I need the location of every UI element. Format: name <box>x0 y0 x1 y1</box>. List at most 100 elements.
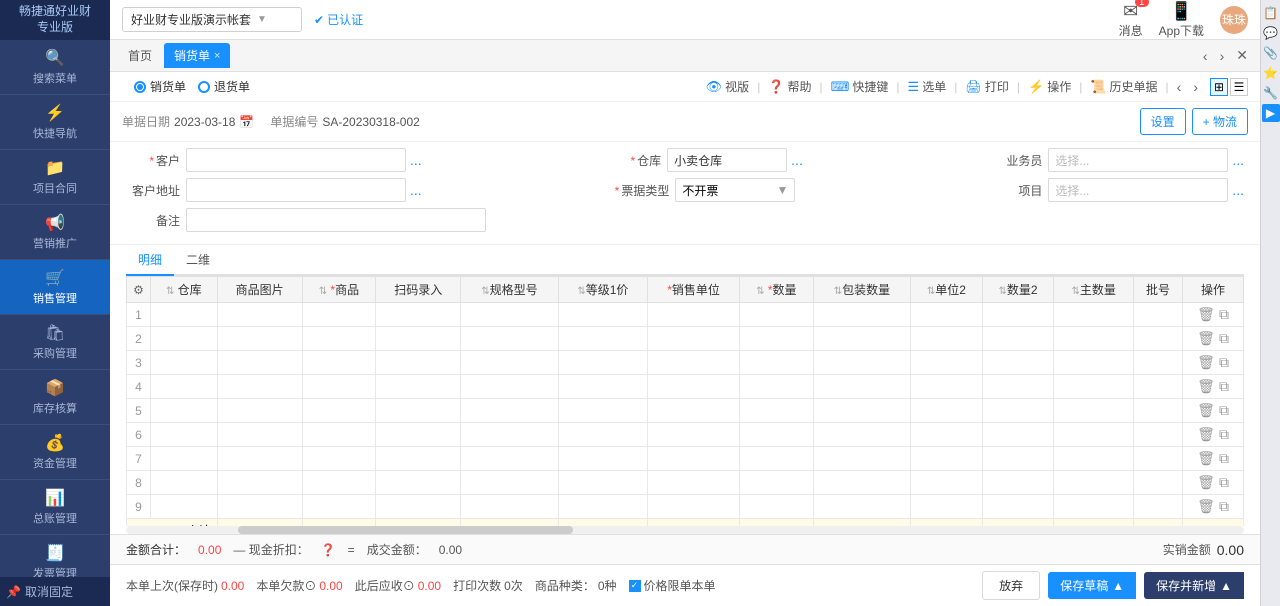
row-copy-icon[interactable]: ⧉ <box>1219 354 1229 371</box>
sidebar-item-sales[interactable]: 🛒 销售管理 <box>0 260 110 315</box>
row-qty2[interactable] <box>982 375 1054 399</box>
right-panel-btn-1[interactable]: 📋 <box>1262 4 1280 22</box>
row-price1[interactable] <box>558 375 648 399</box>
row-copy-icon[interactable]: ⧉ <box>1219 426 1229 443</box>
row-qty[interactable] <box>740 471 814 495</box>
print-button[interactable]: 🖨 打印 <box>961 76 1013 97</box>
row-warehouse[interactable] <box>151 423 218 447</box>
customer-input[interactable] <box>186 148 406 172</box>
project-dots-button[interactable]: ... <box>1232 182 1244 198</box>
row-product[interactable] <box>302 399 376 423</box>
row-qty[interactable] <box>740 327 814 351</box>
row-copy-icon[interactable]: ⧉ <box>1219 450 1229 467</box>
row-sales-unit[interactable] <box>648 423 740 447</box>
row-delete-icon[interactable]: 🗑 <box>1197 474 1215 491</box>
row-unit2[interactable] <box>911 447 983 471</box>
next-record-button[interactable]: › <box>1189 77 1202 97</box>
sidebar-item-capital[interactable]: 💰 资金管理 <box>0 425 110 480</box>
row-scan[interactable] <box>376 351 461 375</box>
row-delete-icon[interactable]: 🗑 <box>1197 426 1215 443</box>
row-main-qty[interactable] <box>1054 351 1134 375</box>
sidebar-item-invoice[interactable]: 🧾 发票管理 <box>0 535 110 577</box>
row-scan[interactable] <box>376 327 461 351</box>
row-delete-icon[interactable]: 🗑 <box>1197 402 1215 419</box>
remark-input[interactable] <box>186 208 486 232</box>
row-scan[interactable] <box>376 447 461 471</box>
warehouse-dots-button[interactable]: ... <box>791 152 803 168</box>
sidebar-item-purchase[interactable]: 🛍 采购管理 <box>0 315 110 370</box>
row-warehouse[interactable] <box>151 375 218 399</box>
row-spec[interactable] <box>461 375 558 399</box>
row-scan[interactable] <box>376 423 461 447</box>
row-scan[interactable] <box>376 471 461 495</box>
row-copy-icon[interactable]: ⧉ <box>1219 378 1229 395</box>
row-qty2[interactable] <box>982 447 1054 471</box>
save-draft-button[interactable]: 保存草稿 ▲ <box>1048 572 1136 599</box>
row-main-qty[interactable] <box>1054 375 1134 399</box>
row-pack-qty[interactable] <box>813 399 910 423</box>
row-warehouse[interactable] <box>151 351 218 375</box>
salesperson-input[interactable]: 选择... <box>1048 148 1228 172</box>
row-product[interactable] <box>302 327 376 351</box>
row-sales-unit[interactable] <box>648 327 740 351</box>
row-sales-unit[interactable] <box>648 471 740 495</box>
row-sales-unit[interactable] <box>648 399 740 423</box>
row-scan[interactable] <box>376 375 461 399</box>
row-spec[interactable] <box>461 399 558 423</box>
row-product[interactable] <box>302 303 376 327</box>
address-dots-button[interactable]: ... <box>410 182 422 198</box>
row-price1[interactable] <box>558 351 648 375</box>
tab-close-icon[interactable]: × <box>214 50 220 62</box>
row-product[interactable] <box>302 351 376 375</box>
row-price1[interactable] <box>558 399 648 423</box>
select-button[interactable]: ☰ 选单 <box>904 76 951 97</box>
row-batch[interactable] <box>1133 351 1182 375</box>
row-main-qty[interactable] <box>1054 447 1134 471</box>
warehouse-input[interactable]: 小卖仓库 <box>667 148 787 172</box>
row-spec[interactable] <box>461 447 558 471</box>
row-main-qty[interactable] <box>1054 423 1134 447</box>
row-sales-unit[interactable] <box>648 495 740 519</box>
view-button[interactable]: 👁 视版 <box>702 76 754 97</box>
row-qty[interactable] <box>740 399 814 423</box>
tab-mingxi[interactable]: 明细 <box>126 245 174 276</box>
help-button[interactable]: ❓ 帮助 <box>764 76 815 97</box>
row-product[interactable] <box>302 495 376 519</box>
row-unit2[interactable] <box>911 303 983 327</box>
sidebar-item-search[interactable]: 🔍 搜索菜单 <box>0 40 110 95</box>
logistics-button[interactable]: + 物流 <box>1192 108 1248 135</box>
row-unit2[interactable] <box>911 495 983 519</box>
row-qty[interactable] <box>740 423 814 447</box>
address-input[interactable] <box>186 178 406 202</box>
gear-icon[interactable]: ⚙ <box>133 283 144 297</box>
row-spec[interactable] <box>461 471 558 495</box>
row-qty2[interactable] <box>982 471 1054 495</box>
row-main-qty[interactable] <box>1054 303 1134 327</box>
row-copy-icon[interactable]: ⧉ <box>1219 402 1229 419</box>
invoice-select[interactable]: 不开票 ▼ <box>675 178 795 202</box>
app-download-button[interactable]: 📱 App下载 <box>1159 1 1204 39</box>
row-delete-icon[interactable]: 🗑 <box>1197 378 1215 395</box>
row-batch[interactable] <box>1133 327 1182 351</box>
row-qty2[interactable] <box>982 423 1054 447</box>
row-pack-qty[interactable] <box>813 327 910 351</box>
row-qty2[interactable] <box>982 351 1054 375</box>
sidebar-item-quicknav[interactable]: ⚡ 快捷导航 <box>0 95 110 150</box>
row-copy-icon[interactable]: ⧉ <box>1219 330 1229 347</box>
row-qty[interactable] <box>740 351 814 375</box>
row-batch[interactable] <box>1133 495 1182 519</box>
row-product[interactable] <box>302 423 376 447</box>
history-button[interactable]: 📜 历史单据 <box>1086 76 1161 97</box>
row-unit2[interactable] <box>911 423 983 447</box>
row-warehouse[interactable] <box>151 495 218 519</box>
tab-sales-order[interactable]: 销货单 × <box>164 43 230 68</box>
row-unit2[interactable] <box>911 375 983 399</box>
row-unit2[interactable] <box>911 351 983 375</box>
scrollbar-thumb[interactable] <box>238 526 573 534</box>
row-pack-qty[interactable] <box>813 447 910 471</box>
row-pack-qty[interactable] <box>813 303 910 327</box>
operate-button[interactable]: ⚡ 操作 <box>1024 76 1075 97</box>
row-price1[interactable] <box>558 447 648 471</box>
tab-home[interactable]: 首页 <box>118 43 162 68</box>
row-unit2[interactable] <box>911 399 983 423</box>
